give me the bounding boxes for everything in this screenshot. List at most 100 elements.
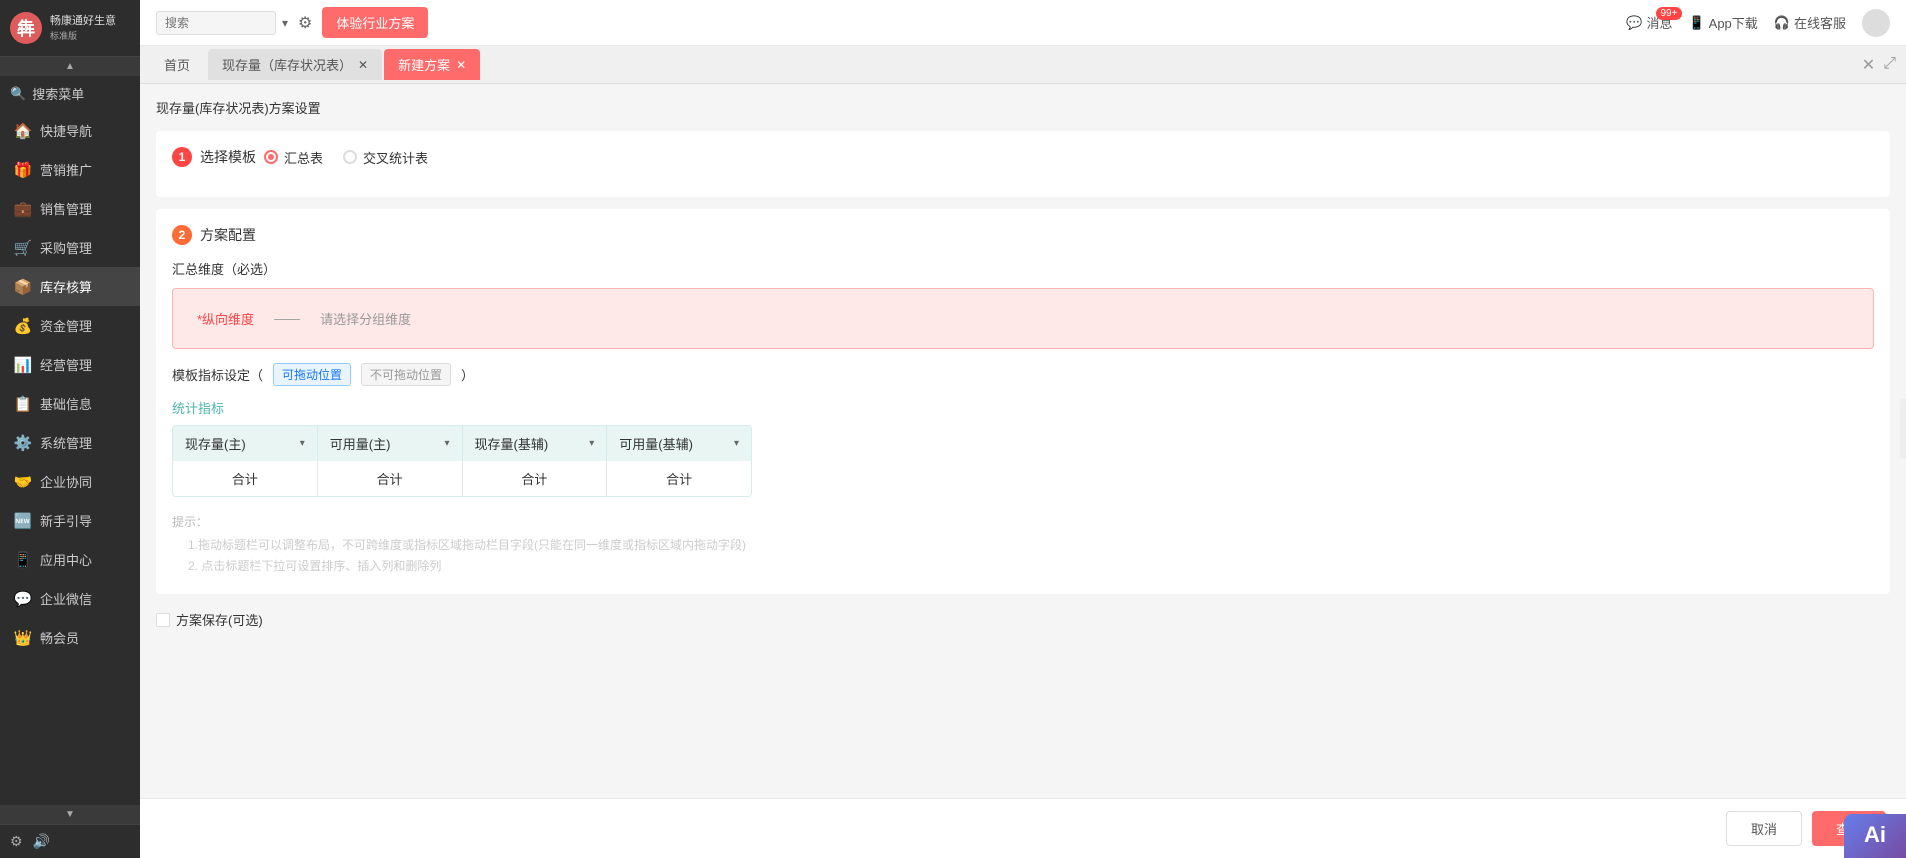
sidebar-search-item[interactable]: 🔍 搜索菜单 [0, 76, 140, 111]
step2-title: 方案配置 [200, 225, 256, 245]
indicator-settings-row: 模板指标设定（ 可拖动位置 不可拖动位置 ） [172, 363, 1874, 386]
box-icon: 📦 [14, 278, 32, 296]
col-4-chevron-icon: ▾ [734, 438, 739, 449]
online-service-button[interactable]: 🎧 在线客服 [1774, 13, 1846, 32]
footer-bar: 取消 查询 [140, 798, 1906, 858]
col-1-chevron-icon: ▾ [300, 438, 305, 449]
tab-new-scheme[interactable]: 新建方案 ✕ [384, 49, 480, 80]
industry-solution-button[interactable]: 体验行业方案 [322, 7, 428, 38]
stats-header-row: 现存量(主) ▾ 可用量(主) ▾ 现存量(基辅) ▾ 可用量(基辅) ▾ [173, 426, 751, 461]
sidebar-search-label: 搜索菜单 [32, 84, 84, 103]
sidebar-item-purchase[interactable]: 🛒 采购管理 [0, 228, 140, 267]
step2-section: 2 方案配置 汇总维度（必选） *纵向维度 —— 请选择分组维度 模板指标设定（… [156, 209, 1890, 594]
nav-label: 企业微信 [40, 589, 92, 608]
message-button[interactable]: 💬 消息 99+ [1626, 13, 1672, 32]
nav-label: 新手引导 [40, 511, 92, 530]
nav-label: 经营管理 [40, 355, 92, 374]
sidebar-scroll-down[interactable]: ▼ [0, 805, 140, 824]
sidebar-item-marketing[interactable]: 🎁 营销推广 [0, 150, 140, 189]
wechat-icon: 💬 [14, 590, 32, 608]
nav-label: 快捷导航 [40, 121, 92, 140]
tips-title: 提示： [172, 513, 1874, 530]
app-download-label: App下载 [1709, 13, 1758, 32]
dimension-selection-box[interactable]: *纵向维度 —— 请选择分组维度 [172, 288, 1874, 349]
sidebar-item-newbie[interactable]: 🆕 新手引导 [0, 501, 140, 540]
cart-icon: 🛒 [14, 239, 32, 257]
new-icon: 🆕 [14, 512, 32, 530]
stats-col-1-header[interactable]: 现存量(主) ▾ [173, 426, 318, 461]
sidebar-item-app-center[interactable]: 📱 应用中心 [0, 540, 140, 579]
logo-icon: 犇 [10, 12, 42, 44]
nav-label: 基础信息 [40, 394, 92, 413]
sidebar-item-basic-info[interactable]: 📋 基础信息 [0, 384, 140, 423]
nav-label: 系统管理 [40, 433, 92, 452]
sidebar-item-inventory[interactable]: 📦 库存核算 [0, 267, 140, 306]
non-draggable-tag: 不可拖动位置 [361, 363, 451, 386]
headphone-icon: 🎧 [1774, 15, 1790, 31]
chart-icon: 📊 [14, 356, 32, 374]
tips-section: 提示： 1.拖动标题栏可以调整布局，不可跨维度或指标区域拖动栏目字段(只能在同一… [172, 513, 1874, 574]
phone-icon: 📱 [1688, 15, 1704, 31]
radio-summary-table[interactable]: 汇总表 [264, 148, 323, 167]
stats-body-row: 合计 合计 合计 合计 [173, 461, 751, 496]
topbar-search-input[interactable] [156, 11, 276, 35]
page-title: 现存量(库存状况表)方案设置 [156, 98, 1890, 117]
tab-inventory-close-icon[interactable]: ✕ [358, 58, 368, 72]
handshake-icon: 🤝 [14, 473, 32, 491]
dimension-placeholder: 请选择分组维度 [320, 309, 411, 328]
radio-cross-table[interactable]: 交叉统计表 [343, 148, 428, 167]
content-area: 现存量(库存状况表)方案设置 1 选择模板 汇总表 交叉统计表 [140, 84, 1906, 798]
briefcase-icon: 💼 [14, 200, 32, 218]
sidebar-item-system[interactable]: ⚙️ 系统管理 [0, 423, 140, 462]
sidebar-scroll-up[interactable]: ▲ [0, 57, 140, 76]
stats-col-2-header[interactable]: 可用量(主) ▾ [318, 426, 463, 461]
save-option-label: 方案保存(可选) [176, 610, 263, 629]
sidebar-item-finance[interactable]: 💰 资金管理 [0, 306, 140, 345]
radio-summary-label: 汇总表 [284, 148, 323, 167]
tab-inventory-status[interactable]: 现存量（库存状况表） ✕ [208, 49, 382, 80]
topbar-gear-icon[interactable]: ⚙ [298, 13, 312, 33]
tab-new-scheme-label: 新建方案 [398, 55, 450, 74]
main-area: ▾ ⚙ 体验行业方案 💬 消息 99+ 📱 App下载 🎧 在线客服 首页 [140, 0, 1906, 858]
stats-col-3-header[interactable]: 现存量(基辅) ▾ [463, 426, 608, 461]
app-download-button[interactable]: 📱 App下载 [1688, 13, 1757, 32]
dropdown-icon[interactable]: ▾ [282, 16, 288, 30]
sidebar-item-member[interactable]: 👑 畅会员 [0, 618, 140, 657]
non-draggable-tag-item: 不可拖动位置 [361, 363, 451, 386]
user-avatar[interactable] [1862, 9, 1890, 37]
dash-separator: —— [274, 311, 300, 326]
tab-new-scheme-close-icon[interactable]: ✕ [456, 58, 466, 72]
phone-icon: 📱 [14, 551, 32, 569]
panel-controls: ✕ ⤢ [1862, 55, 1896, 75]
ai-badge[interactable]: Ai [1844, 814, 1906, 858]
panel-close-icon[interactable]: ✕ [1862, 55, 1875, 75]
step1-header: 1 选择模板 汇总表 交叉统计表 [172, 147, 1874, 167]
settings-icon[interactable]: ⚙ [10, 833, 23, 850]
nav-label: 销售管理 [40, 199, 92, 218]
sidebar-logo: 犇 畅康通好生意 标准版 [0, 0, 140, 57]
sidebar-item-cooperation[interactable]: 🤝 企业协同 [0, 462, 140, 501]
search-icon: 🔍 [10, 86, 26, 102]
panel-expand-icon[interactable]: ⤢ [1883, 55, 1896, 75]
sidebar-item-wechat[interactable]: 💬 企业微信 [0, 579, 140, 618]
sidebar-item-quick-nav[interactable]: 🏠 快捷导航 [0, 111, 140, 150]
app-edition: 标准版 [50, 29, 116, 42]
sidebar-footer: ⚙ 🔊 [0, 824, 140, 858]
sidebar-item-sales[interactable]: 💼 销售管理 [0, 189, 140, 228]
step2-header: 2 方案配置 [172, 225, 1874, 245]
service-label: 在线客服 [1794, 13, 1846, 32]
step2-badge: 2 [172, 225, 192, 245]
col-3-label: 现存量(基辅) [475, 434, 549, 453]
col-3-chevron-icon: ▾ [589, 438, 594, 449]
save-checkbox[interactable] [156, 613, 170, 627]
tab-home[interactable]: 首页 [150, 49, 204, 80]
col-4-label: 可用量(基辅) [619, 434, 693, 453]
gear-icon: ⚙️ [14, 434, 32, 452]
gift-icon: 🎁 [14, 161, 32, 179]
stats-col-4-header[interactable]: 可用量(基辅) ▾ [607, 426, 751, 461]
message-icon: 💬 [1626, 15, 1642, 31]
cancel-button[interactable]: 取消 [1726, 811, 1802, 846]
tab-home-label: 首页 [164, 58, 190, 73]
volume-icon[interactable]: 🔊 [33, 833, 50, 850]
sidebar-item-management[interactable]: 📊 经营管理 [0, 345, 140, 384]
